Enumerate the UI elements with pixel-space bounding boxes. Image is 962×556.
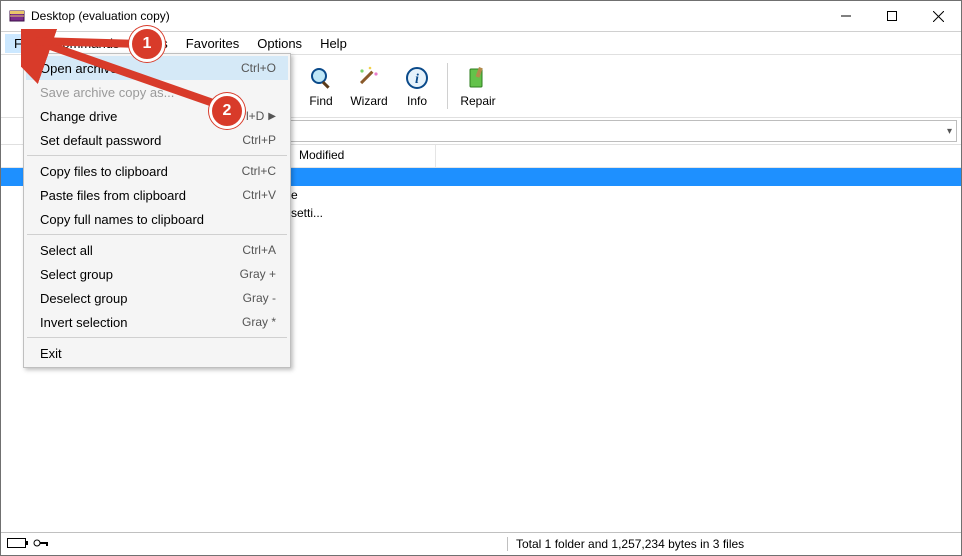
- menu-separator: [27, 234, 287, 235]
- menu-file[interactable]: File: [5, 34, 44, 53]
- menu-item-save-copy: Save archive copy as...: [26, 80, 288, 104]
- status-text: Total 1 folder and 1,257,234 bytes in 3 …: [507, 537, 961, 551]
- menu-item-open-archive[interactable]: Open archive Ctrl+O: [26, 56, 288, 80]
- menu-item-select-all[interactable]: Select all Ctrl+A: [26, 238, 288, 262]
- maximize-button[interactable]: [869, 1, 915, 31]
- toolbar-separator: [447, 63, 448, 109]
- status-left: [1, 537, 507, 551]
- info-icon: i: [403, 64, 431, 92]
- menu-tools[interactable]: Tools: [128, 34, 176, 53]
- window-title: Desktop (evaluation copy): [31, 9, 170, 23]
- menu-item-select-group[interactable]: Select group Gray +: [26, 262, 288, 286]
- menu-item-invert[interactable]: Invert selection Gray *: [26, 310, 288, 334]
- chevron-down-icon: ▾: [947, 126, 952, 137]
- menu-separator: [27, 337, 287, 338]
- menu-item-copy-names[interactable]: Copy full names to clipboard: [26, 207, 288, 231]
- menu-item-copy-files[interactable]: Copy files to clipboard Ctrl+C: [26, 159, 288, 183]
- menu-favorites[interactable]: Favorites: [177, 34, 248, 53]
- menu-item-paste-files[interactable]: Paste files from clipboard Ctrl+V: [26, 183, 288, 207]
- svg-text:i: i: [415, 72, 419, 87]
- submenu-arrow-icon: ▶: [268, 111, 276, 122]
- toolbar-wizard-label: Wizard: [350, 94, 387, 108]
- repair-icon: [464, 64, 492, 92]
- menu-commands[interactable]: Commands: [44, 34, 128, 53]
- battery-icon: [7, 537, 29, 551]
- close-button[interactable]: [915, 1, 961, 31]
- menu-item-exit[interactable]: Exit: [26, 341, 288, 365]
- menu-item-default-password[interactable]: Set default password Ctrl+P: [26, 128, 288, 152]
- app-window: Desktop (evaluation copy) File Commands …: [0, 0, 962, 556]
- toolbar-repair[interactable]: Repair: [454, 59, 502, 113]
- menu-options[interactable]: Options: [248, 34, 311, 53]
- winrar-icon: [9, 8, 25, 24]
- minimize-button[interactable]: [823, 1, 869, 31]
- address-combo[interactable]: ▾: [289, 120, 957, 142]
- menu-help[interactable]: Help: [311, 34, 356, 53]
- toolbar-info[interactable]: i Info: [393, 59, 441, 113]
- title-bar: Desktop (evaluation copy): [1, 1, 961, 32]
- toolbar-find[interactable]: Find: [297, 59, 345, 113]
- menu-separator: [27, 155, 287, 156]
- wand-icon: [355, 64, 383, 92]
- toolbar-find-label: Find: [309, 94, 332, 108]
- magnifier-icon: [307, 64, 335, 92]
- toolbar-wizard[interactable]: Wizard: [345, 59, 393, 113]
- file-menu-dropdown: Open archive Ctrl+O Save archive copy as…: [23, 53, 291, 368]
- menu-bar: File Commands Tools Favorites Options He…: [1, 32, 961, 54]
- key-icon: [33, 537, 49, 551]
- menu-item-deselect-group[interactable]: Deselect group Gray -: [26, 286, 288, 310]
- column-modified[interactable]: Modified: [291, 145, 436, 167]
- toolbar-info-label: Info: [407, 94, 427, 108]
- status-bar: Total 1 folder and 1,257,234 bytes in 3 …: [1, 532, 961, 555]
- toolbar-repair-label: Repair: [460, 94, 495, 108]
- menu-item-change-drive[interactable]: Change drive Ctrl+D ▶: [26, 104, 288, 128]
